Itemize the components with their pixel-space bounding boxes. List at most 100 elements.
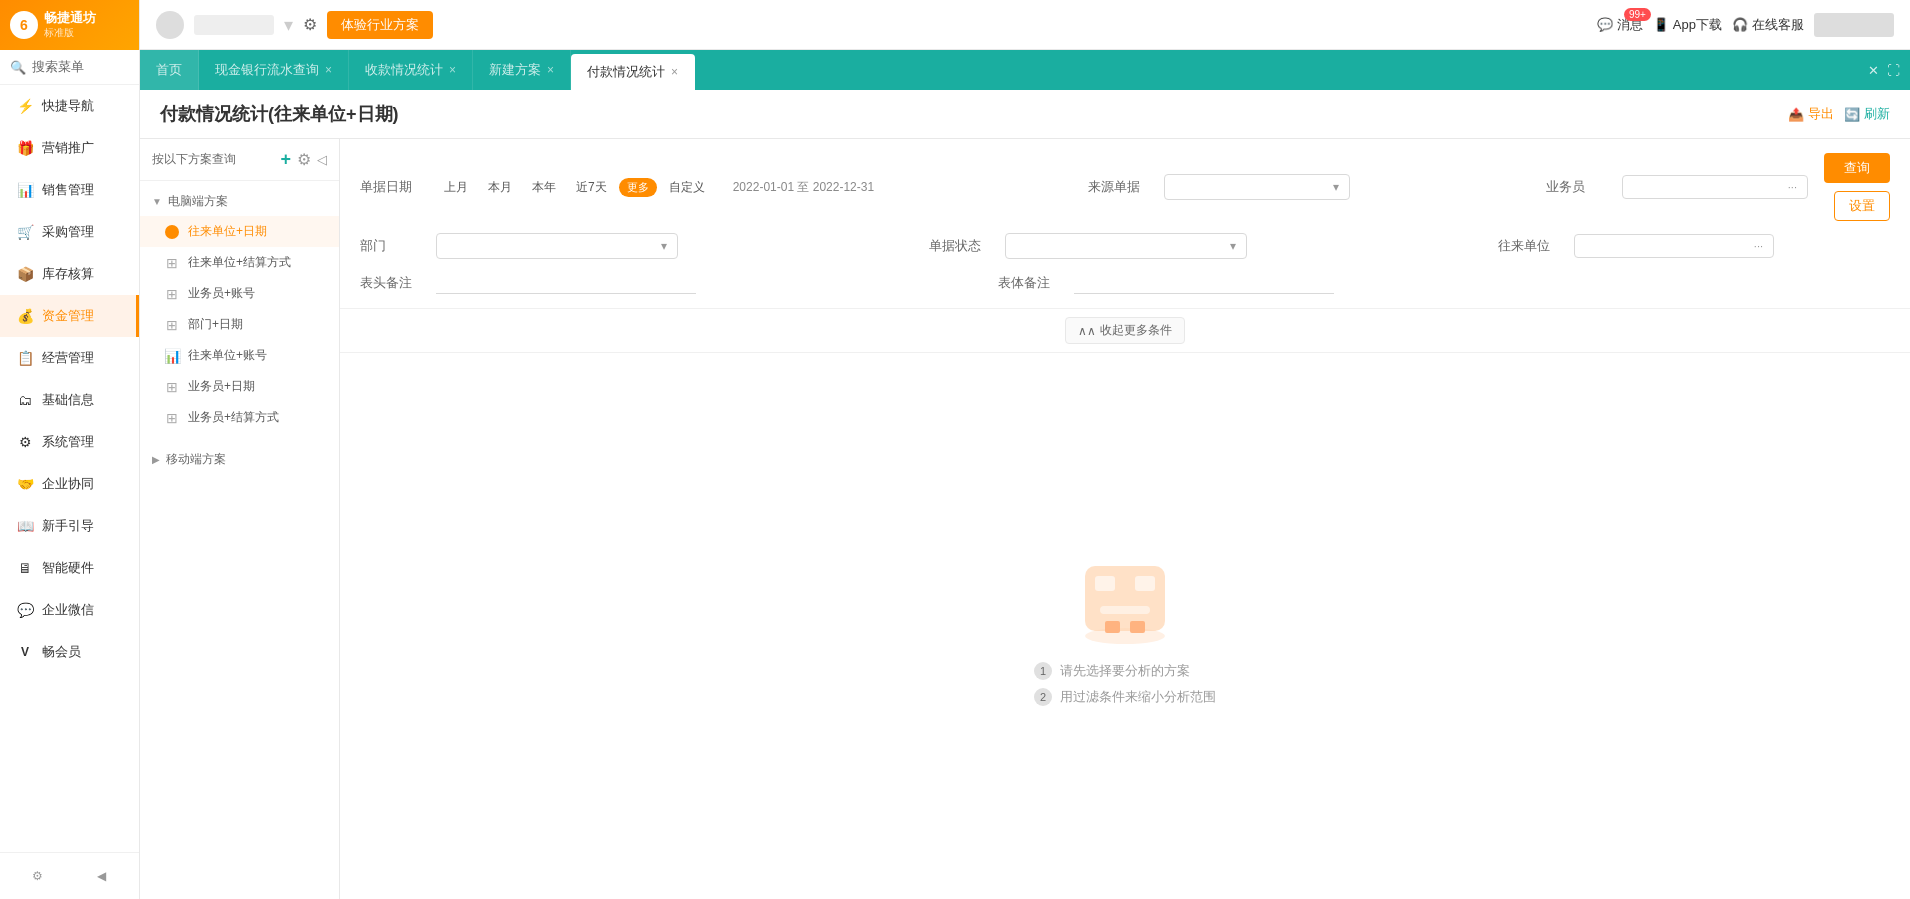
tab-home-label: 首页 bbox=[156, 61, 182, 79]
trial-btn[interactable]: 体验行业方案 bbox=[327, 11, 433, 39]
scheme-item-label: 业务员+结算方式 bbox=[188, 409, 279, 426]
scheme-collapse-btn[interactable]: ◁ bbox=[317, 152, 327, 167]
header-note-input[interactable] bbox=[436, 271, 696, 294]
tab-receipt-stat-label: 收款情况统计 bbox=[365, 61, 443, 79]
settings-btn[interactable]: 设置 bbox=[1834, 191, 1890, 221]
refresh-icon: 🔄 bbox=[1844, 107, 1860, 122]
date-btn-7days[interactable]: 近7天 bbox=[568, 176, 615, 199]
sidebar-item-system[interactable]: ⚙系统管理 bbox=[0, 421, 139, 463]
source-select[interactable]: ▾ bbox=[1164, 174, 1350, 200]
doc-status-select[interactable]: ▾ bbox=[1005, 233, 1247, 259]
tab-new-scheme[interactable]: 新建方案 × bbox=[473, 50, 571, 90]
staff-select[interactable]: ··· bbox=[1622, 175, 1808, 199]
scheme-item-staff-settle[interactable]: ⊞ 业务员+结算方式 bbox=[140, 402, 339, 433]
sidebar-item-inventory[interactable]: 📦库存核算 bbox=[0, 253, 139, 295]
close-all-icon[interactable]: ✕ bbox=[1868, 63, 1879, 78]
search-label: 搜索菜单 bbox=[32, 58, 84, 76]
messages-badge: 99+ bbox=[1624, 8, 1651, 21]
sidebar-item-label: 采购管理 bbox=[42, 223, 94, 241]
scheme-item-staff-date[interactable]: ⊞ 业务员+日期 bbox=[140, 371, 339, 402]
sidebar-settings-btn[interactable]: ⚙ bbox=[10, 863, 65, 889]
date-btn-this-year[interactable]: 本年 bbox=[524, 176, 564, 199]
online-service-btn[interactable]: 🎧 在线客服 bbox=[1732, 16, 1804, 34]
svg-rect-4 bbox=[1135, 576, 1155, 591]
date-btn-custom[interactable]: 自定义 bbox=[661, 176, 713, 199]
sidebar-item-label: 企业微信 bbox=[42, 601, 94, 619]
topbar-settings-icon[interactable]: ⚙ bbox=[303, 15, 317, 34]
scheme-add-btn[interactable]: + bbox=[280, 149, 291, 170]
scheme-item-unit-account[interactable]: 📊 往来单位+账号 bbox=[140, 340, 339, 371]
tab-payment-close[interactable]: × bbox=[671, 65, 678, 79]
query-btn[interactable]: 查询 bbox=[1824, 153, 1890, 183]
desktop-arrow-icon: ▼ bbox=[152, 196, 162, 207]
date-btn-more[interactable]: 更多 bbox=[619, 178, 657, 197]
scheme-item-staff-account[interactable]: ⊞ 业务员+账号 bbox=[140, 278, 339, 309]
sidebar-item-basic[interactable]: 🗂基础信息 bbox=[0, 379, 139, 421]
scheme-item-label: 往来单位+结算方式 bbox=[188, 254, 291, 271]
purchase-icon: 🛒 bbox=[16, 223, 34, 241]
scheme-header-title: 按以下方案查询 bbox=[152, 151, 236, 168]
sidebar-item-label: 经营管理 bbox=[42, 349, 94, 367]
sidebar-item-vip[interactable]: V畅会员 bbox=[0, 631, 139, 673]
sidebar-item-finance[interactable]: 💰资金管理 bbox=[0, 295, 139, 337]
export-icon: 📤 bbox=[1788, 107, 1804, 122]
scheme-section-desktop-header[interactable]: ▼ 电脑端方案 bbox=[140, 187, 339, 216]
scheme-item-dept-date[interactable]: ⊞ 部门+日期 bbox=[140, 309, 339, 340]
hint-num-2: 2 bbox=[1034, 688, 1052, 706]
scheme-section-desktop: ▼ 电脑端方案 往来单位+日期 ⊞ 往来单位+结算方式 bbox=[140, 181, 339, 439]
sidebar-item-label: 畅会员 bbox=[42, 643, 81, 661]
date-btn-last-month[interactable]: 上月 bbox=[436, 176, 476, 199]
tab-new-scheme-close[interactable]: × bbox=[547, 63, 554, 77]
tab-payment-stat[interactable]: 付款情况统计 × bbox=[571, 54, 695, 90]
scheme-item-unit-date[interactable]: 往来单位+日期 bbox=[140, 216, 339, 247]
sidebar-item-hardware[interactable]: 🖥智能硬件 bbox=[0, 547, 139, 589]
export-btn[interactable]: 📤 导出 bbox=[1788, 105, 1834, 123]
filter-form: 单据日期 上月 本月 本年 近7天 更多 自定义 2022-01-01 至 20… bbox=[340, 139, 1910, 309]
scheme-settings-btn[interactable]: ⚙ bbox=[297, 150, 311, 169]
sidebar-item-corp[interactable]: 🤝企业协同 bbox=[0, 463, 139, 505]
partner-select[interactable]: ··· bbox=[1574, 234, 1774, 258]
empty-illustration bbox=[1065, 546, 1185, 646]
refresh-btn[interactable]: 🔄 刷新 bbox=[1844, 105, 1890, 123]
sidebar-item-sales[interactable]: 📊销售管理 bbox=[0, 169, 139, 211]
dept-label: 部门 bbox=[360, 237, 420, 255]
sidebar-footer: ⚙ ◀ bbox=[0, 852, 139, 899]
date-btn-this-month[interactable]: 本月 bbox=[480, 176, 520, 199]
scheme-header: 按以下方案查询 + ⚙ ◁ bbox=[140, 139, 339, 181]
tab-receipt-stat[interactable]: 收款情况统计 × bbox=[349, 50, 473, 90]
unit-date-icon bbox=[164, 224, 180, 240]
sidebar: 6 畅捷通坊 标准版 🔍 搜索菜单 ⚡快捷导航 🎁营销推广 📊销售管理 🛒采购管… bbox=[0, 0, 140, 899]
message-icon: 💬 bbox=[1597, 17, 1613, 32]
scheme-item-unit-settle[interactable]: ⊞ 往来单位+结算方式 bbox=[140, 247, 339, 278]
app-download-btn[interactable]: 📱 App下载 bbox=[1653, 16, 1722, 34]
tab-receipt-close[interactable]: × bbox=[449, 63, 456, 77]
scheme-item-label: 业务员+账号 bbox=[188, 285, 255, 302]
scheme-header-btns: + ⚙ ◁ bbox=[280, 149, 327, 170]
tab-bank[interactable]: 现金银行流水查询 × bbox=[199, 50, 349, 90]
sidebar-item-quick-nav[interactable]: ⚡快捷导航 bbox=[0, 85, 139, 127]
sidebar-collapse-btn[interactable]: ◀ bbox=[75, 863, 130, 889]
search-menu[interactable]: 🔍 搜索菜单 bbox=[0, 50, 139, 85]
tab-bank-close[interactable]: × bbox=[325, 63, 332, 77]
tab-home[interactable]: 首页 bbox=[140, 50, 199, 90]
sidebar-item-guide[interactable]: 📖新手引导 bbox=[0, 505, 139, 547]
dropdown-arrow-icon[interactable]: ▾ bbox=[284, 14, 293, 36]
dept-date-icon: ⊞ bbox=[164, 317, 180, 333]
scheme-item-label: 部门+日期 bbox=[188, 316, 243, 333]
sidebar-item-purchase[interactable]: 🛒 采购管理 bbox=[0, 211, 139, 253]
messages-btn[interactable]: 💬 消息 99+ bbox=[1597, 16, 1643, 34]
collapse-more-btn[interactable]: ∧∧ 收起更多条件 bbox=[1065, 317, 1185, 344]
maximize-icon[interactable]: ⛶ bbox=[1887, 63, 1900, 78]
unit-settle-icon: ⊞ bbox=[164, 255, 180, 271]
date-range-display: 2022-01-01 至 2022-12-31 bbox=[729, 179, 893, 196]
sidebar-item-marketing[interactable]: 🎁营销推广 bbox=[0, 127, 139, 169]
body-note-input[interactable] bbox=[1074, 271, 1334, 294]
sidebar-item-wechat[interactable]: 💬企业微信 bbox=[0, 589, 139, 631]
scheme-section-mobile-header[interactable]: ▶ 移动端方案 bbox=[140, 445, 339, 474]
main-layout: 按以下方案查询 + ⚙ ◁ ▼ 电脑端方案 bbox=[140, 139, 1910, 899]
filter-row-3: 表头备注 表体备注 bbox=[360, 271, 1890, 294]
staff-account-icon: ⊞ bbox=[164, 286, 180, 302]
app-icon: 📱 bbox=[1653, 17, 1669, 32]
sidebar-item-operation[interactable]: 📋经营管理 bbox=[0, 337, 139, 379]
dept-select[interactable]: ▾ bbox=[436, 233, 678, 259]
